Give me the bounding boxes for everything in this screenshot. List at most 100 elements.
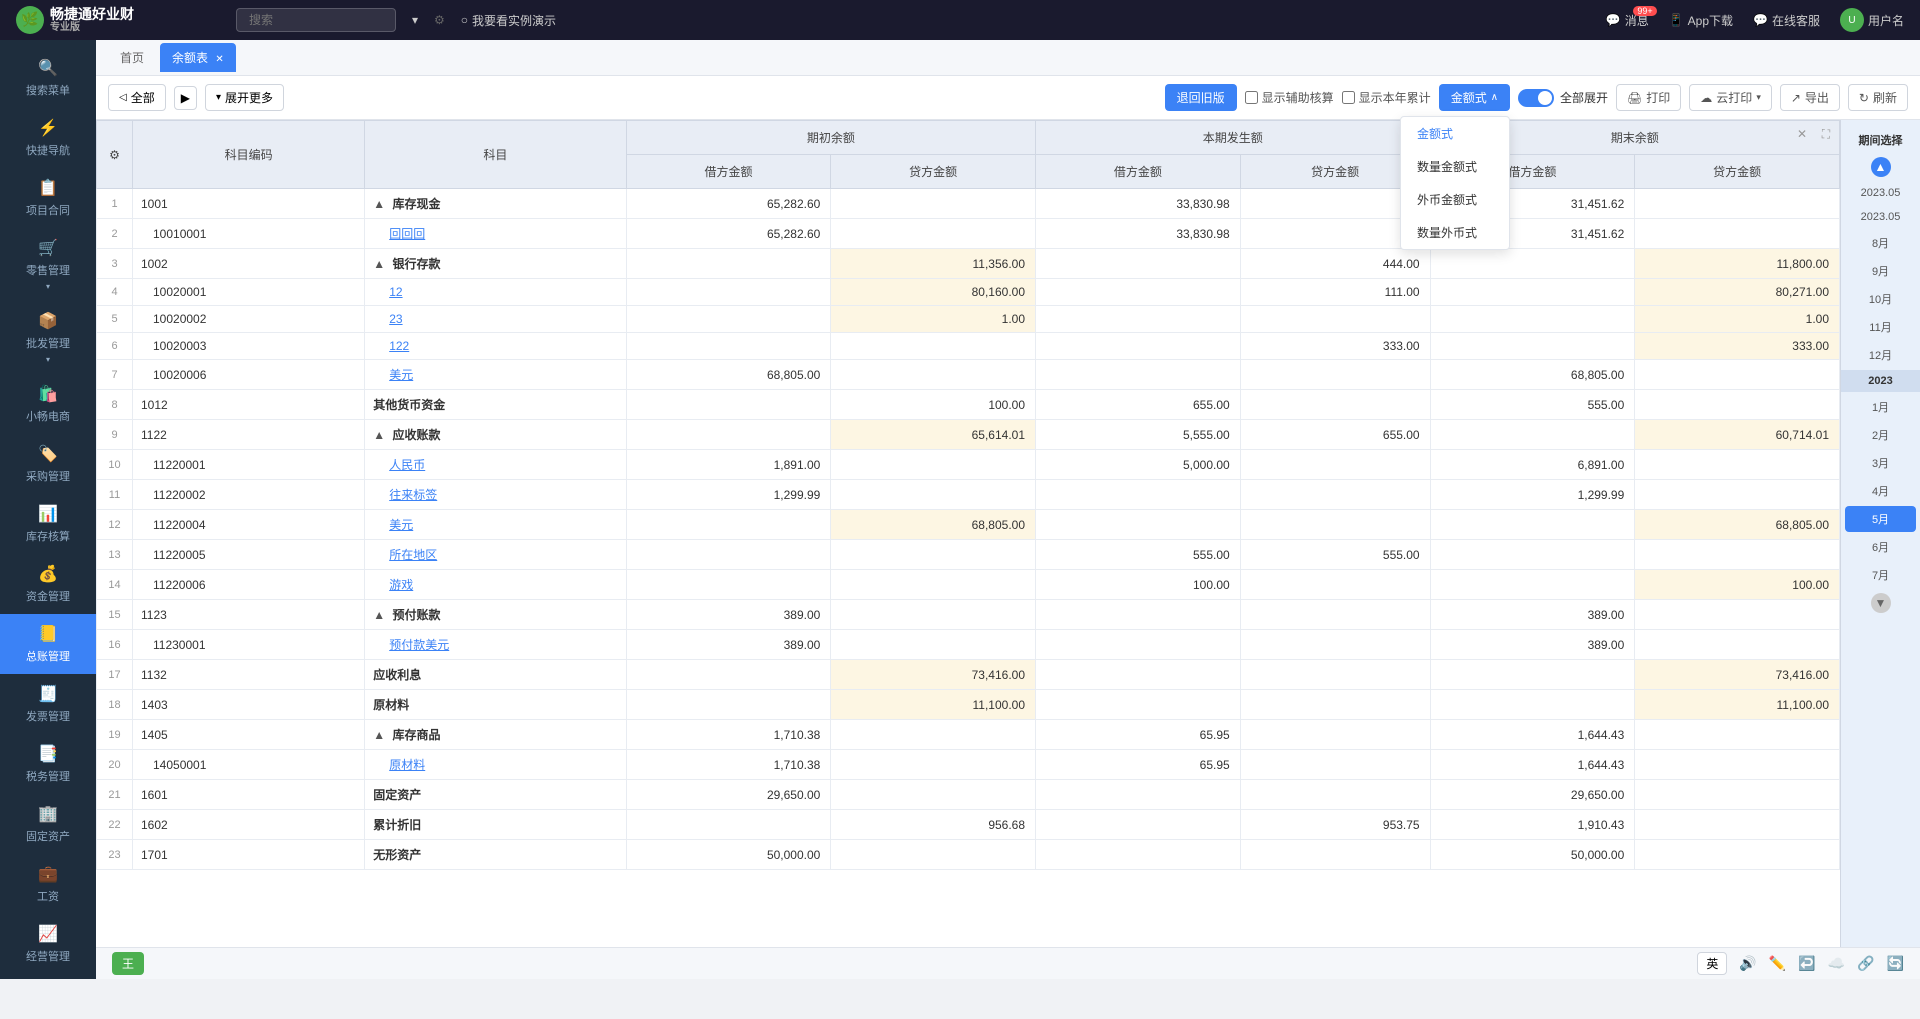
amount-style-btn[interactable]: 金额式 ∧ [1439, 84, 1510, 111]
undo-icon[interactable]: ↩️ [1798, 955, 1815, 972]
period-mar[interactable]: 3月 [1841, 450, 1920, 476]
sidebar-item-assets[interactable]: 🏢 固定资产 [0, 794, 96, 854]
period-jun[interactable]: 6月 [1841, 534, 1920, 560]
sidebar-item-tax[interactable]: 📑 税务管理 [0, 734, 96, 794]
name-cell[interactable]: 12 [365, 279, 626, 306]
period-apr[interactable]: 4月 [1841, 478, 1920, 504]
period-may[interactable]: 5月 [1845, 506, 1916, 532]
dropdown-item-amount[interactable]: 金额式 [1401, 117, 1509, 150]
online-service-btn[interactable]: 💬 在线客服 [1753, 12, 1820, 29]
logo-icon: 🌿 [16, 6, 44, 34]
name-cell[interactable]: 回回回 [365, 219, 626, 249]
user-avatar[interactable]: U 用户名 [1840, 8, 1904, 32]
app-download-btn[interactable]: 📱 App下载 [1669, 12, 1733, 29]
all-btn[interactable]: ◁ 全部 [108, 84, 166, 111]
close-icon[interactable]: ✕ [1792, 124, 1812, 144]
message-btn[interactable]: 💬 消息 99+ [1606, 12, 1649, 29]
period-sep[interactable]: 9月 [1841, 258, 1920, 284]
table-row: 1411220006 游戏 100.00100.00 [97, 570, 1840, 600]
period-2023-05-1[interactable]: 2023.05 [1841, 182, 1920, 204]
row-num-cell: 14 [97, 570, 133, 600]
wholesale-icon: 📦 [38, 311, 58, 331]
demo-link[interactable]: ○ 我要看实例演示 [461, 12, 556, 29]
sidebar-item-project[interactable]: 📋 项目合同 [0, 168, 96, 228]
name-cell[interactable]: 人民币 [365, 450, 626, 480]
name-cell[interactable]: 美元 [365, 360, 626, 390]
open-credit-cell [831, 780, 1036, 810]
print-btn[interactable]: 🖨 打印 [1616, 84, 1681, 111]
period-feb[interactable]: 2月 [1841, 422, 1920, 448]
name-cell[interactable]: 23 [365, 306, 626, 333]
sidebar-item-salary[interactable]: 💼 工资 [0, 854, 96, 914]
expand-btn[interactable]: ▾ 展开更多 [205, 84, 284, 111]
cur-debit-cell: 655.00 [1036, 390, 1241, 420]
expand-icon[interactable]: ⛶ [1816, 124, 1836, 144]
name-cell[interactable]: 122 [365, 333, 626, 360]
cloud-print-btn[interactable]: ☁ 云打印 ▾ [1689, 84, 1772, 111]
sidebar-item-retail[interactable]: 🛒 零售管理 ▾ [0, 228, 96, 301]
return-old-btn[interactable]: 退回旧版 [1165, 84, 1237, 111]
period-jul[interactable]: 7月 [1841, 562, 1920, 588]
end-credit-cell: 68,805.00 [1635, 510, 1840, 540]
name-cell: 其他货币资金 [365, 390, 626, 420]
sidebar-item-inventory[interactable]: 📊 库存核算 [0, 494, 96, 554]
sidebar-item-funds[interactable]: 💰 资金管理 [0, 554, 96, 614]
period-down-btn[interactable]: ▼ [1871, 593, 1891, 613]
tab-balance[interactable]: 余额表 ✕ [160, 43, 236, 72]
name-cell[interactable]: 往来标签 [365, 480, 626, 510]
sidebar-item-invoice[interactable]: 🧾 发票管理 [0, 674, 96, 734]
year-accum-checkbox[interactable]: 显示本年累计 [1342, 89, 1431, 106]
tab-home[interactable]: 首页 [108, 43, 156, 72]
open-credit-cell: 65,614.01 [831, 420, 1036, 450]
dropdown-item-qty-amount[interactable]: 数量金额式 [1401, 150, 1509, 183]
period-up-btn[interactable]: ▲ [1871, 157, 1891, 177]
name-cell[interactable]: 美元 [365, 510, 626, 540]
toggle-switch[interactable] [1518, 89, 1554, 107]
header-search-input[interactable] [236, 8, 396, 32]
header-dropdown[interactable]: ▾ [412, 13, 418, 27]
sidebar-item-ecommerce[interactable]: 🛍️ 小畅电商 [0, 374, 96, 434]
period-2023-year[interactable]: 2023 [1841, 370, 1920, 392]
link-icon[interactable]: 🔗 [1857, 955, 1874, 972]
sound-icon[interactable]: 🔊 [1739, 955, 1756, 972]
name-cell[interactable]: 原材料 [365, 750, 626, 780]
period-nov[interactable]: 11月 [1841, 314, 1920, 340]
name-cell[interactable]: 所在地区 [365, 540, 626, 570]
expand-toggle[interactable]: 全部展开 [1518, 89, 1608, 107]
nav-arrow-btn[interactable]: ▶ [174, 86, 197, 110]
name-cell[interactable]: 预付款美元 [365, 630, 626, 660]
edit-icon[interactable]: ✏️ [1769, 955, 1786, 972]
settings-col-header[interactable]: ⚙ [97, 121, 133, 189]
cur-credit-cell [1240, 570, 1430, 600]
period-oct[interactable]: 10月 [1841, 286, 1920, 312]
lang-btn[interactable]: 英 [1697, 952, 1727, 975]
dropdown-item-foreign-amount[interactable]: 外币金额式 [1401, 183, 1509, 216]
sidebar-item-purchase[interactable]: 🏷️ 采购管理 [0, 434, 96, 494]
refresh-btn[interactable]: ↻ 刷新 [1848, 84, 1908, 111]
sidebar-item-wholesale[interactable]: 📦 批发管理 ▾ [0, 301, 96, 374]
assist-calc-checkbox[interactable]: 显示辅助核算 [1245, 89, 1334, 106]
tab-close-btn[interactable]: ✕ [215, 54, 223, 65]
end-debit-cell [1430, 540, 1635, 570]
refresh-bottom-icon[interactable]: 🔄 [1887, 955, 1904, 972]
sidebar-item-expense[interactable]: 📉 小畅报销 [0, 974, 96, 979]
sidebar-item-nav[interactable]: ⚡ 快捷导航 [0, 108, 96, 168]
sidebar-item-operations[interactable]: 📈 经营管理 [0, 914, 96, 974]
name-cell[interactable]: 游戏 [365, 570, 626, 600]
period-2023-05-2[interactable]: 2023.05 [1841, 206, 1920, 228]
sidebar-item-search[interactable]: 🔍 搜索菜单 [0, 48, 96, 108]
open-debit-cell [626, 390, 831, 420]
table-row: 231701 无形资产 50,000.0050,000.00 [97, 840, 1840, 870]
row-num-cell: 19 [97, 720, 133, 750]
period-dec[interactable]: 12月 [1841, 342, 1920, 368]
sidebar-item-ledger[interactable]: 📒 总账管理 [0, 614, 96, 674]
export-btn[interactable]: ↗ 导出 [1780, 84, 1840, 111]
period-nav-up: ▲ [1841, 154, 1920, 180]
cloud-icon[interactable]: ☁️ [1828, 955, 1845, 972]
end-credit-cell: 80,271.00 [1635, 279, 1840, 306]
period-aug[interactable]: 8月 [1841, 230, 1920, 256]
period-jan[interactable]: 1月 [1841, 394, 1920, 420]
green-btn[interactable]: 王 [112, 952, 144, 975]
dropdown-item-qty-foreign[interactable]: 数量外币式 [1401, 216, 1509, 249]
row-num-cell: 18 [97, 690, 133, 720]
